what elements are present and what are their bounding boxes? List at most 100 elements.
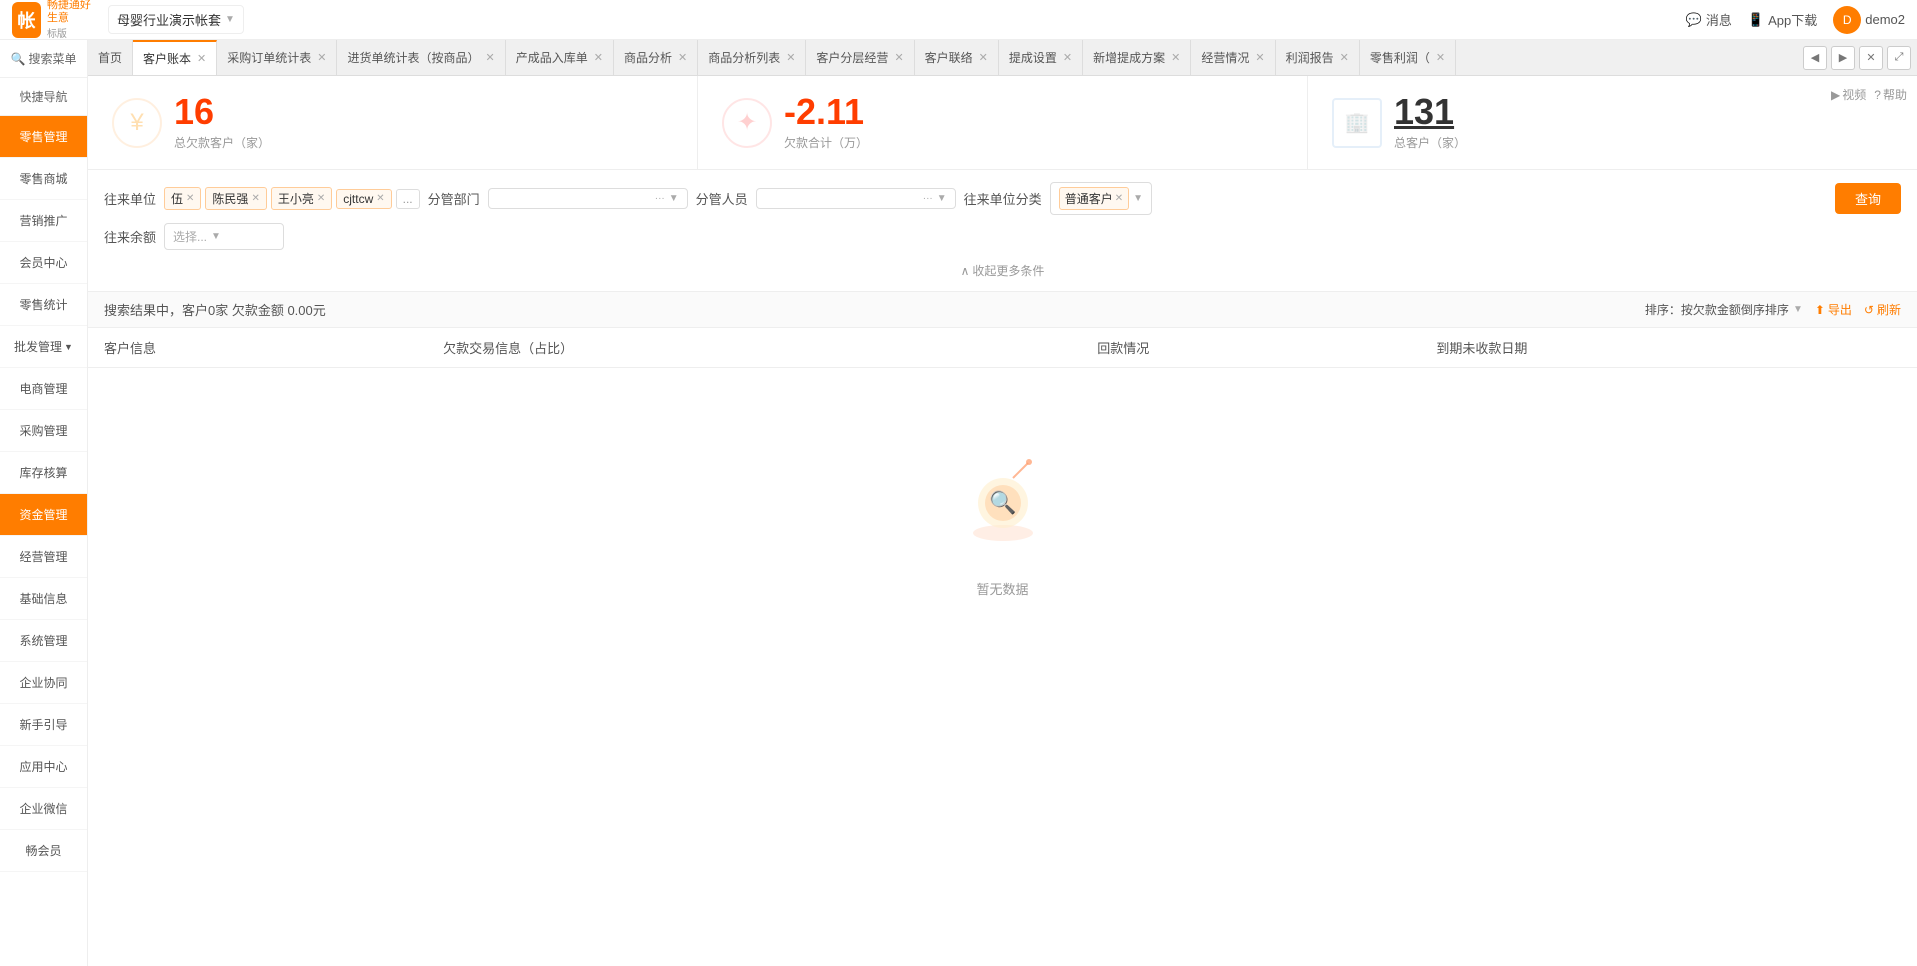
user-avatar[interactable]: D demo2 — [1833, 6, 1905, 34]
tab-close-incoming-stats[interactable]: ✕ — [486, 51, 495, 64]
industry-selector[interactable]: 母婴行业演示帐套 ▼ — [108, 5, 244, 34]
tab-bar: 首页 客户账本 ✕ 采购订单统计表 ✕ 进货单统计表（按商品） ✕ 产成品入库单… — [88, 40, 1917, 76]
tab-close-customer-segment[interactable]: ✕ — [894, 51, 903, 64]
tab-expand-button[interactable]: ⤢ — [1887, 46, 1911, 70]
refresh-button[interactable]: ↺ 刷新 — [1864, 301, 1901, 318]
help-icons: ▶ 视频 ? 帮助 — [1831, 86, 1907, 103]
unit-tag-cjttcw[interactable]: cjttcw ✕ — [336, 189, 391, 209]
tab-promotion-settings[interactable]: 提成设置 ✕ — [999, 40, 1083, 76]
logo-sub: 标版 — [47, 25, 100, 40]
tab-profit-report[interactable]: 利润报告 ✕ — [1276, 40, 1360, 76]
export-button[interactable]: ⬆ 导出 — [1815, 301, 1852, 318]
sidebar-item-marketing[interactable]: 营销推广 — [0, 200, 87, 242]
tab-close-promotion-settings[interactable]: ✕ — [1063, 51, 1072, 64]
messages-button[interactable]: 💬 消息 — [1686, 10, 1732, 29]
result-bar: 搜索结果中，客户0家 欠款金额 0.00元 排序：按欠款金额倒序排序 ▼ ⬆ 导… — [88, 292, 1917, 328]
sidebar-item-basic-info[interactable]: 基础信息 — [0, 578, 87, 620]
unit-label: 往来单位 — [104, 189, 156, 208]
tab-close-all-button[interactable]: ✕ — [1859, 46, 1883, 70]
tab-production-entry[interactable]: 产成品入库单 ✕ — [506, 40, 614, 76]
tab-purchase-order[interactable]: 采购订单统计表 ✕ — [217, 40, 337, 76]
sidebar-item-ecommerce[interactable]: 电商管理 — [0, 368, 87, 410]
balance-placeholder: 选择... — [173, 228, 207, 245]
tab-goods-analysis[interactable]: 商品分析 ✕ — [614, 40, 698, 76]
tab-goods-analysis-list[interactable]: 商品分析列表 ✕ — [698, 40, 806, 76]
unit-tag-more[interactable]: ... — [396, 189, 420, 209]
unit-tag-chen-close[interactable]: ✕ — [251, 193, 259, 204]
unit-type-select[interactable]: 普通客户 ✕ ▼ — [1050, 182, 1152, 215]
sidebar-item-system[interactable]: 系统管理 — [0, 620, 87, 662]
sidebar-item-finance[interactable]: 资金管理 — [0, 494, 87, 536]
tab-new-promotion[interactable]: 新增提成方案 ✕ — [1083, 40, 1191, 76]
sidebar-item-vip[interactable]: 畅会员 — [0, 830, 87, 872]
video-button[interactable]: ▶ 视频 — [1831, 86, 1866, 103]
tab-prev-button[interactable]: ◀ — [1803, 46, 1827, 70]
table-head: 客户信息 欠款交易信息（占比） 回款情况 到期未收款日期 — [88, 328, 1917, 368]
unit-type-tag[interactable]: 普通客户 ✕ — [1059, 187, 1129, 210]
sidebar-item-retail-stats[interactable]: 零售统计 — [0, 284, 87, 326]
stat-icon-customers: ¥ — [112, 98, 162, 148]
tab-controls: ◀ ▶ ✕ ⤢ — [1797, 46, 1917, 70]
sidebar-item-wholesale-mgmt[interactable]: 批发管理 ▼ — [0, 326, 87, 368]
sidebar-item-wechat[interactable]: 企业微信 — [0, 788, 87, 830]
stat-receivable: ✦ -2.11 欠款合计（万） — [698, 76, 1308, 169]
tab-retail-profit[interactable]: 零售利润（ ✕ — [1360, 40, 1456, 76]
person-dropdown[interactable]: ··· ▼ — [756, 188, 956, 209]
sidebar-item-retail-mgmt[interactable]: 零售管理 — [0, 116, 87, 158]
filter-row-1: 往来单位 伍 ✕ 陈民强 ✕ 王小亮 ✕ — [104, 182, 1901, 215]
tab-operations-status[interactable]: 经营情况 ✕ — [1191, 40, 1275, 76]
unit-tag-chen[interactable]: 陈民强 ✕ — [205, 187, 266, 210]
tab-customer-segment[interactable]: 客户分层经营 ✕ — [806, 40, 914, 76]
sidebar-item-retail-mall[interactable]: 零售商城 — [0, 158, 87, 200]
sidebar-item-operations[interactable]: 经营管理 — [0, 536, 87, 578]
help-button[interactable]: ? 帮助 — [1874, 86, 1907, 103]
unit-type-label: 往来单位分类 — [964, 189, 1042, 208]
main-layout: 🔍 搜索菜单 快捷导航 零售管理 零售商城 营销推广 会员中心 零售统计 批发管… — [0, 40, 1917, 966]
tab-accounts[interactable]: 客户账本 ✕ — [133, 40, 217, 76]
tab-close-retail-profit[interactable]: ✕ — [1436, 51, 1445, 64]
tab-next-button[interactable]: ▶ — [1831, 46, 1855, 70]
tab-close-goods-analysis[interactable]: ✕ — [678, 51, 687, 64]
sidebar-item-app-center[interactable]: 应用中心 — [0, 746, 87, 788]
app-download-button[interactable]: 📱 App下载 — [1748, 10, 1817, 29]
tab-incoming-stats[interactable]: 进货单统计表（按商品） ✕ — [337, 40, 505, 76]
quick-nav-button[interactable]: 快捷导航 — [0, 78, 87, 116]
unit-tag-wu[interactable]: 伍 ✕ — [164, 187, 201, 210]
unit-type-tag-close[interactable]: ✕ — [1115, 193, 1123, 204]
col-payment-status: 回款情况 — [1081, 328, 1420, 368]
sidebar-item-new-guide[interactable]: 新手引导 — [0, 704, 87, 746]
empty-illustration: 🔍 — [953, 448, 1053, 548]
sidebar-search[interactable]: 🔍 搜索菜单 — [0, 40, 87, 78]
tab-close-goods-analysis-list[interactable]: ✕ — [786, 51, 795, 64]
tab-close-profit-report[interactable]: ✕ — [1340, 51, 1349, 64]
tab-close-purchase-order[interactable]: ✕ — [317, 51, 326, 64]
search-menu-button[interactable]: 🔍 搜索菜单 — [0, 50, 87, 67]
unit-tag-wang-close[interactable]: ✕ — [317, 193, 325, 204]
sidebar-item-inventory[interactable]: 库存核算 — [0, 452, 87, 494]
tab-close-operations-status[interactable]: ✕ — [1255, 51, 1264, 64]
chevron-down-icon: ▼ — [64, 342, 73, 352]
top-bar: 帐 畅捷通好生意 标版 母婴行业演示帐套 ▼ 💬 消息 📱 App下载 D de… — [0, 0, 1917, 40]
sidebar-item-enterprise[interactable]: 企业协同 — [0, 662, 87, 704]
col-due-date: 到期未收款日期 — [1420, 328, 1917, 368]
result-info: 搜索结果中，客户0家 欠款金额 0.00元 — [104, 300, 326, 319]
query-button[interactable]: 查询 — [1835, 183, 1901, 214]
unit-tag-wu-close[interactable]: ✕ — [186, 193, 194, 204]
tab-home[interactable]: 首页 — [88, 40, 133, 76]
sidebar-item-member-center[interactable]: 会员中心 — [0, 242, 87, 284]
tab-close-customer-contact[interactable]: ✕ — [979, 51, 988, 64]
dept-more-icon: ··· — [655, 193, 665, 204]
tab-customer-contact[interactable]: 客户联络 ✕ — [915, 40, 999, 76]
sort-select[interactable]: 排序：按欠款金额倒序排序 ▼ — [1645, 301, 1803, 318]
person-more-icon: ··· — [923, 193, 933, 204]
tab-close-production-entry[interactable]: ✕ — [594, 51, 603, 64]
collapse-button[interactable]: ∧ 收起更多条件 — [961, 262, 1045, 279]
sidebar-item-purchase[interactable]: 采购管理 — [0, 410, 87, 452]
dept-dropdown[interactable]: ··· ▼ — [488, 188, 688, 209]
tab-close-new-promotion[interactable]: ✕ — [1171, 51, 1180, 64]
tab-close-accounts[interactable]: ✕ — [197, 52, 206, 65]
unit-tag-cjttcw-close[interactable]: ✕ — [376, 193, 384, 204]
balance-select[interactable]: 选择... ▼ — [164, 223, 284, 250]
empty-state: 🔍 暂无数据 — [88, 368, 1917, 678]
unit-tag-wang[interactable]: 王小亮 ✕ — [271, 187, 332, 210]
